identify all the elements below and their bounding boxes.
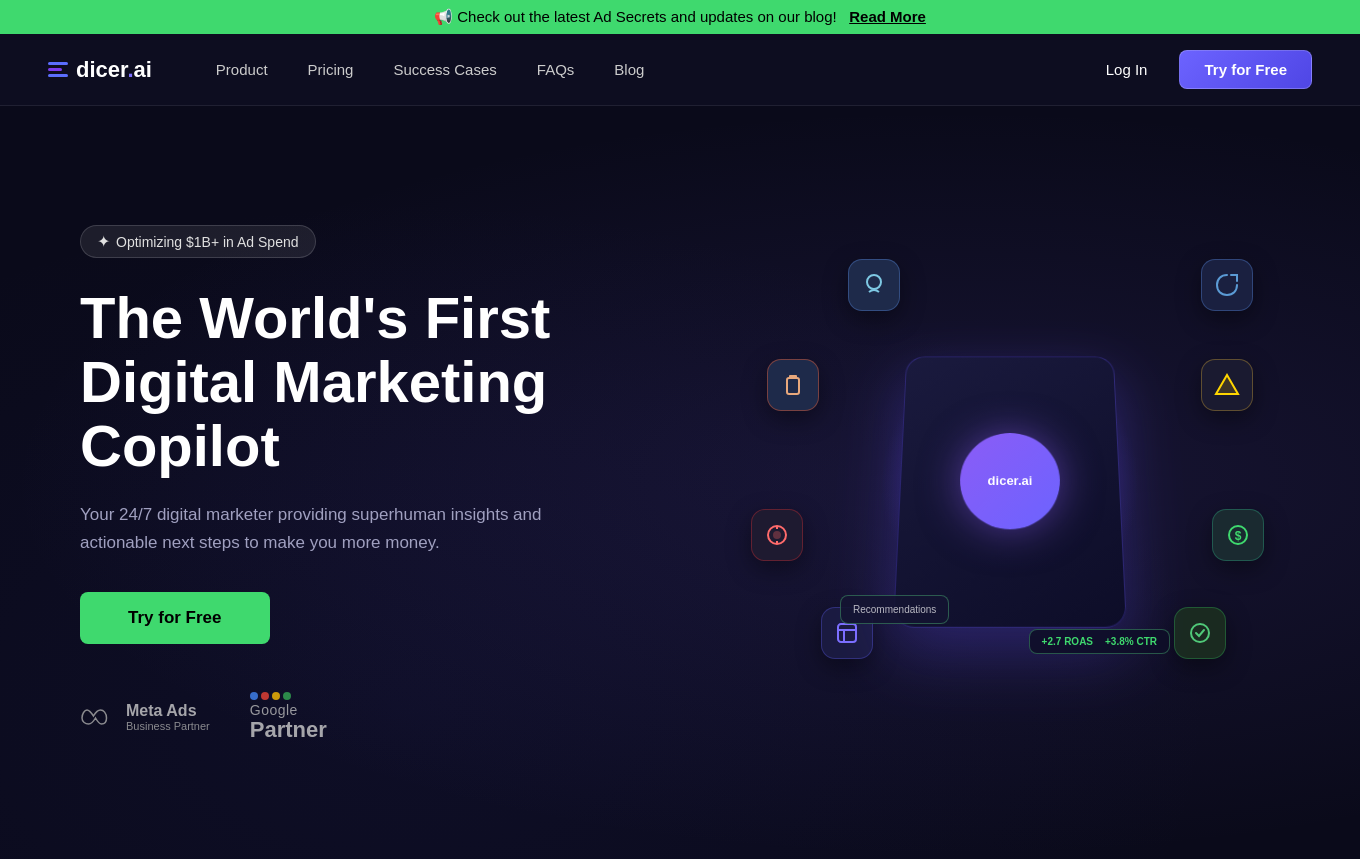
google-bottom-text: Partner [250,718,327,742]
device-recommendations: Recommendations [840,595,949,624]
stat-roas: +2.7 ROAS [1042,636,1093,647]
svg-marker-4 [1216,375,1238,394]
hero-illustration: $ dicer.ai Recommendations +2.7 ROAS [740,234,1280,734]
hero-section: ✦ Optimizing $1B+ in Ad Spend The World'… [0,106,1360,859]
nav-item-faqs[interactable]: FAQs [521,53,591,86]
nav-item-blog[interactable]: Blog [598,53,660,86]
hero-badge: ✦ Optimizing $1B+ in Ad Spend [80,225,316,258]
hero-content: ✦ Optimizing $1B+ in Ad Spend The World'… [80,225,740,742]
svg-rect-2 [789,375,797,379]
google-partner-logo: Google Partner [250,692,327,742]
svg-text:$: $ [1234,529,1241,543]
device-surface: dicer.ai [893,356,1127,627]
meta-text: Meta Ads Business Partner [126,701,210,733]
logo-text: dicer.ai [76,57,152,83]
svg-point-14 [1191,624,1209,642]
badge-text: Optimizing $1B+ in Ad Spend [116,234,299,250]
float-card-5 [751,509,803,561]
meta-icon [80,701,116,733]
try-free-button-nav[interactable]: Try for Free [1179,50,1312,89]
google-top-text: Google [250,702,298,718]
svg-rect-1 [787,378,799,394]
nav-actions: Log In Try for Free [1090,50,1312,89]
float-card-1 [848,259,900,311]
logo-icon [48,62,68,77]
float-card-4 [1201,359,1253,411]
announcement-icon: 📢 [434,8,453,25]
float-card-2 [1201,259,1253,311]
try-free-button-hero[interactable]: Try for Free [80,592,270,644]
hero-title: The World's First Digital Marketing Copi… [80,286,740,477]
device-logo: dicer.ai [959,433,1061,529]
svg-point-0 [867,275,881,289]
login-button[interactable]: Log In [1090,53,1164,86]
float-card-3 [767,359,819,411]
hero-visual: $ dicer.ai Recommendations +2.7 ROAS [740,234,1280,734]
svg-rect-11 [838,624,856,642]
float-card-6: $ [1212,509,1264,561]
nav-item-success-cases[interactable]: Success Cases [377,53,512,86]
partners-section: Meta Ads Business Partner Google Partner [80,692,740,742]
stats-bar: +2.7 ROAS +3.8% CTR [1029,629,1170,654]
central-device: dicer.ai Recommendations +2.7 ROAS +3.8%… [870,324,1150,644]
svg-point-6 [773,531,781,539]
navbar: dicer.ai Product Pricing Success Cases F… [0,34,1360,106]
announcement-link[interactable]: Read More [849,8,926,25]
nav-item-pricing[interactable]: Pricing [292,53,370,86]
hero-subtitle: Your 24/7 digital marketer providing sup… [80,501,580,555]
nav-item-product[interactable]: Product [200,53,284,86]
float-card-8 [1174,607,1226,659]
nav-links: Product Pricing Success Cases FAQs Blog [200,53,1090,86]
meta-ads-logo: Meta Ads Business Partner [80,701,210,733]
google-dots [250,692,291,700]
stat-ctr: +3.8% CTR [1105,636,1157,647]
logo[interactable]: dicer.ai [48,57,152,83]
announcement-text: Check out the latest Ad Secrets and upda… [457,8,836,25]
badge-icon: ✦ [97,232,110,251]
announcement-bar: 📢 Check out the latest Ad Secrets and up… [0,0,1360,34]
